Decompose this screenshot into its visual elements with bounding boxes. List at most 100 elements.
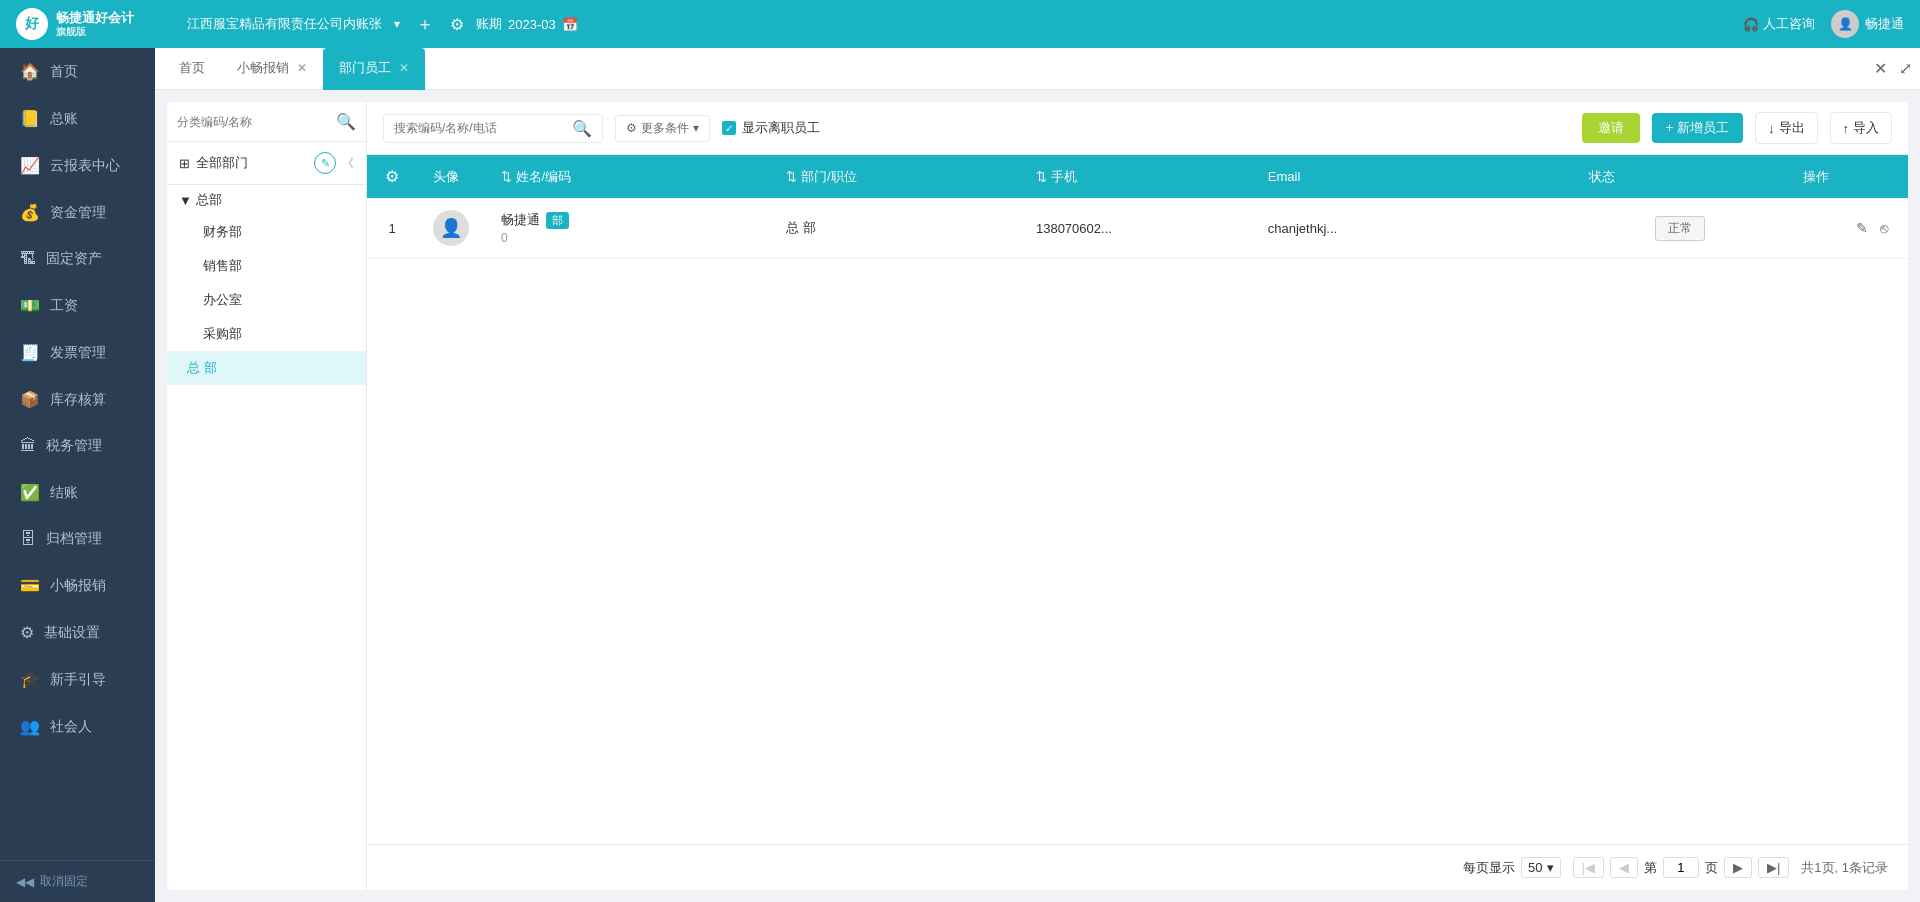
consultant-button[interactable]: 🎧 人工咨询 xyxy=(1743,15,1815,33)
logo-area: 好 畅捷通好会计 旗舰版 xyxy=(16,8,171,40)
sidebar-item-settings[interactable]: ⚙ 基础设置 xyxy=(0,609,155,656)
page-nav: |◀ ◀ 第 页 ▶ ▶| xyxy=(1573,857,1790,878)
emp-toolbar: 🔍 ⚙ 更多条件 ▾ ✓ 显示离职员工 邀请 + 新增 xyxy=(367,102,1908,155)
row-status: 正常 xyxy=(1573,198,1787,259)
dept-search-icon[interactable]: 🔍 xyxy=(336,112,356,131)
app-title: 畅捷通好会计 xyxy=(56,10,134,26)
dept-search-input[interactable] xyxy=(177,115,330,129)
dept-collapse-icon[interactable]: 《 xyxy=(342,155,354,172)
logo-text: 畅捷通好会计 旗舰版 xyxy=(56,10,134,38)
tax-icon: 🏛 xyxy=(20,437,36,455)
table-row: 1 👤 畅捷通 部 xyxy=(367,198,1908,259)
emp-search-icon[interactable]: 🔍 xyxy=(572,119,592,138)
add-company-button[interactable]: ＋ xyxy=(412,12,438,36)
dept-item-hq[interactable]: 总 部 xyxy=(167,351,366,385)
tab-home[interactable]: 首页 xyxy=(163,48,221,90)
sidebar: 🏠 首页 📒 总账 📈 云报表中心 💰 资金管理 🏗 固定资产 💵 工资 🧾 发… xyxy=(0,48,155,902)
maximize-icon[interactable]: ⤢ xyxy=(1899,59,1912,78)
col-name-header[interactable]: ⇅ 姓名/编码 xyxy=(485,155,770,198)
company-dropdown-icon[interactable]: ▾ xyxy=(394,17,400,31)
col-phone-header[interactable]: ⇅ 手机 xyxy=(1020,155,1252,198)
export-icon: ↓ xyxy=(1768,121,1775,136)
row-name-cell: 畅捷通 部 0 xyxy=(485,198,770,259)
first-page-button[interactable]: |◀ xyxy=(1573,857,1604,878)
show-resigned-toggle[interactable]: ✓ 显示离职员工 xyxy=(722,119,820,137)
close-tab-icon[interactable]: ✕ xyxy=(1874,59,1887,78)
name-row: 畅捷通 部 xyxy=(501,211,754,229)
dept-item-office[interactable]: 办公室 xyxy=(183,283,366,317)
user-info[interactable]: 👤 畅捷通 xyxy=(1831,10,1904,38)
company-name: 江西服宝精品有限责任公司内账张 xyxy=(187,15,382,33)
dept-edit-icon[interactable]: ✎ xyxy=(314,152,336,174)
all-dept-header[interactable]: ⊞ 全部部门 ✎ 《 xyxy=(167,142,366,185)
table-settings-icon[interactable]: ⚙ xyxy=(385,167,399,186)
import-button[interactable]: ↑ 导入 xyxy=(1830,112,1893,144)
col-settings[interactable]: ⚙ xyxy=(367,155,417,198)
logout-employee-button[interactable]: ⎋ xyxy=(1880,220,1888,236)
add-employee-button[interactable]: + 新增员工 xyxy=(1652,113,1743,143)
sidebar-item-ledger[interactable]: 📒 总账 xyxy=(0,95,155,142)
prev-page-button[interactable]: ◀ xyxy=(1610,857,1638,878)
user-name: 畅捷通 xyxy=(1865,15,1904,33)
sidebar-item-assets[interactable]: 🏗 固定资产 xyxy=(0,236,155,282)
page-size-box[interactable]: 50 ▾ xyxy=(1521,857,1560,878)
page-content: 🔍 ⊞ 全部部门 ✎ 《 ▼ xyxy=(155,90,1920,902)
dept-item-purchasing[interactable]: 采购部 xyxy=(183,317,366,351)
export-button[interactable]: ↓ 导出 xyxy=(1755,112,1818,144)
inventory-icon: 📦 xyxy=(20,390,40,409)
archive-icon: 🗄 xyxy=(20,530,36,548)
col-dept-header[interactable]: ⇅ 部门/职位 xyxy=(770,155,1020,198)
funds-icon: 💰 xyxy=(20,203,40,222)
dept-item-sales[interactable]: 销售部 xyxy=(183,249,366,283)
social-icon: 👥 xyxy=(20,717,40,736)
pin-toggle[interactable]: ◀◀ 取消固定 xyxy=(0,860,155,902)
dept-search-area: 🔍 xyxy=(167,102,366,142)
filter-button[interactable]: ⚙ 更多条件 ▾ xyxy=(615,115,710,142)
dept-header-left: ⊞ 全部部门 xyxy=(179,154,248,172)
calendar-icon[interactable]: 📅 xyxy=(562,17,578,32)
action-buttons: ✎ ⎋ xyxy=(1803,220,1888,236)
row-dept: 总 部 xyxy=(770,198,1020,259)
col-avatar-header: 头像 xyxy=(417,155,485,198)
dept-item-label-hq: 总 部 xyxy=(187,359,217,377)
header-center: 江西服宝精品有限责任公司内账张 ▾ ＋ ⚙ 账期 2023-03 📅 xyxy=(171,12,1743,36)
row-actions: ✎ ⎋ xyxy=(1787,198,1908,259)
tab-expense-label: 小畅报销 xyxy=(237,59,289,77)
filter-icon: ⚙ xyxy=(626,121,637,135)
export-label: 导出 xyxy=(1779,119,1805,137)
sidebar-item-expense[interactable]: 💳 小畅报销 xyxy=(0,562,155,609)
sidebar-label-archive: 归档管理 xyxy=(46,530,102,548)
page-number-input[interactable] xyxy=(1663,857,1699,878)
next-page-button[interactable]: ▶ xyxy=(1724,857,1752,878)
edit-employee-button[interactable]: ✎ xyxy=(1856,220,1868,236)
sidebar-item-funds[interactable]: 💰 资金管理 xyxy=(0,189,155,236)
dept-group-hq[interactable]: ▼ 总部 xyxy=(167,185,366,215)
sidebar-item-invoice[interactable]: 🧾 发票管理 xyxy=(0,329,155,376)
sidebar-item-tax[interactable]: 🏛 税务管理 xyxy=(0,423,155,469)
tab-dept-emp-label: 部门员工 xyxy=(339,59,391,77)
last-page-button[interactable]: ▶| xyxy=(1758,857,1789,878)
sidebar-item-guide[interactable]: 🎓 新手引导 xyxy=(0,656,155,703)
all-dept-label: 全部部门 xyxy=(196,154,248,172)
sidebar-item-inventory[interactable]: 📦 库存核算 xyxy=(0,376,155,423)
show-resigned-label: 显示离职员工 xyxy=(742,119,820,137)
sidebar-item-reports[interactable]: 📈 云报表中心 xyxy=(0,142,155,189)
sidebar-item-archive[interactable]: 🗄 归档管理 xyxy=(0,516,155,562)
invite-button[interactable]: 邀请 xyxy=(1582,113,1640,143)
tab-dept-emp[interactable]: 部门员工 ✕ xyxy=(323,48,425,90)
sidebar-item-payroll[interactable]: 💵 工资 xyxy=(0,282,155,329)
period-label: 账期 xyxy=(476,15,502,33)
tab-expense-close[interactable]: ✕ xyxy=(297,61,307,75)
settings-icon[interactable]: ⚙ xyxy=(450,15,464,34)
sidebar-item-home[interactable]: 🏠 首页 xyxy=(0,48,155,95)
filter-dropdown-icon: ▾ xyxy=(693,121,699,135)
tab-expense[interactable]: 小畅报销 ✕ xyxy=(221,48,323,90)
emp-search-input[interactable] xyxy=(394,121,566,135)
tab-dept-emp-close[interactable]: ✕ xyxy=(399,61,409,75)
dept-item-finance[interactable]: 财务部 xyxy=(183,215,366,249)
home-icon: 🏠 xyxy=(20,62,40,81)
resigned-checkbox[interactable]: ✓ xyxy=(722,121,736,135)
sidebar-item-close[interactable]: ✅ 结账 xyxy=(0,469,155,516)
page-size-dropdown-icon: ▾ xyxy=(1547,860,1554,875)
sidebar-item-social[interactable]: 👥 社会人 xyxy=(0,703,155,750)
